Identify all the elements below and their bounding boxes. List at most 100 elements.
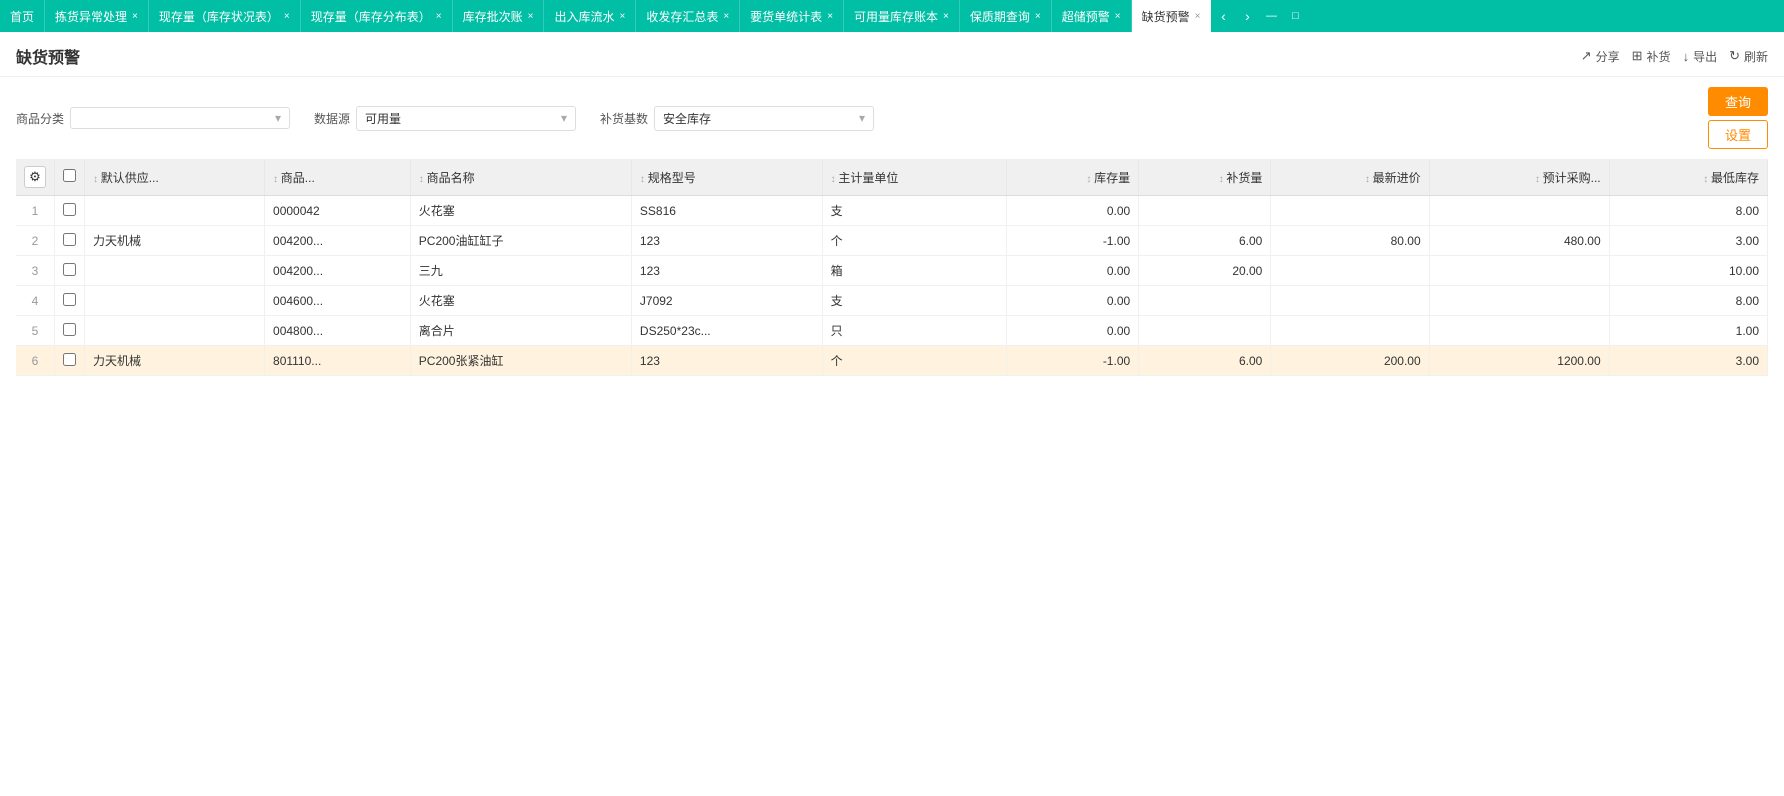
tab-inventory-dist[interactable]: 现存量（库存分布表） ×	[301, 0, 453, 32]
tab-collect-summary-close[interactable]: ×	[723, 11, 729, 22]
cell-product-name: 火花塞	[410, 196, 631, 226]
cell-latest-price	[1271, 286, 1429, 316]
cell-spec: J7092	[631, 286, 822, 316]
cell-min-stock: 8.00	[1609, 286, 1767, 316]
cell-replenish-qty	[1139, 196, 1271, 226]
row-checkbox[interactable]	[63, 323, 76, 336]
tab-requisition-stats-close[interactable]: ×	[827, 11, 833, 22]
cell-unit: 只	[822, 316, 1006, 346]
datasource-select[interactable]: 可用量 ▾	[356, 106, 576, 131]
cell-unit: 支	[822, 286, 1006, 316]
tab-nav-prev[interactable]: ‹	[1211, 0, 1235, 32]
cell-spec: DS250*23c...	[631, 316, 822, 346]
query-button[interactable]: 查询	[1708, 87, 1768, 116]
cell-product-name: PC200油缸缸子	[410, 226, 631, 256]
cell-default-supplier	[85, 286, 265, 316]
cell-replenish-qty: 20.00	[1139, 256, 1271, 286]
cell-product-code: 004200...	[265, 256, 411, 286]
datasource-label: 数据源	[314, 110, 350, 127]
row-checkbox[interactable]	[63, 293, 76, 306]
settings-button[interactable]: 设置	[1708, 120, 1768, 149]
category-filter-group: 商品分类 ▾	[16, 107, 290, 129]
tab-collect-summary[interactable]: 收发存汇总表 ×	[636, 0, 740, 32]
select-all-checkbox[interactable]	[63, 169, 76, 182]
window-minimize[interactable]: —	[1259, 0, 1283, 32]
export-button[interactable]: ↓ 导出	[1683, 48, 1718, 65]
tab-exception-close[interactable]: ×	[132, 11, 138, 22]
col-product-code[interactable]: 商品...	[265, 159, 411, 196]
cell-latest-price	[1271, 316, 1429, 346]
tab-batch-account-close[interactable]: ×	[528, 11, 534, 22]
col-unit[interactable]: 主计量单位	[822, 159, 1006, 196]
tab-overstock-warning-close[interactable]: ×	[1115, 11, 1121, 22]
cell-estimated-purchase	[1429, 286, 1609, 316]
tab-shortage-warning[interactable]: 缺货预警 ×	[1132, 0, 1212, 32]
cell-estimated-purchase	[1429, 316, 1609, 346]
col-spec[interactable]: 规格型号	[631, 159, 822, 196]
row-checkbox-cell[interactable]	[55, 196, 85, 226]
tab-requisition-stats[interactable]: 要货单统计表 ×	[740, 0, 844, 32]
tab-shortage-warning-close[interactable]: ×	[1195, 11, 1201, 22]
cell-replenish-qty	[1139, 316, 1271, 346]
tab-inventory-status-close[interactable]: ×	[284, 11, 290, 22]
category-select[interactable]: ▾	[70, 107, 290, 129]
col-stock[interactable]: 库存量	[1006, 159, 1138, 196]
row-checkbox[interactable]	[63, 353, 76, 366]
replenish-base-label: 补货基数	[600, 110, 648, 127]
row-number: 4	[16, 286, 55, 316]
tab-nav-next[interactable]: ›	[1235, 0, 1259, 32]
col-product-name[interactable]: 商品名称	[410, 159, 631, 196]
row-checkbox-cell[interactable]	[55, 226, 85, 256]
cell-stock: -1.00	[1006, 226, 1138, 256]
cell-estimated-purchase: 480.00	[1429, 226, 1609, 256]
refresh-icon: ↻	[1729, 48, 1740, 64]
tab-overstock-warning[interactable]: 超储预警 ×	[1052, 0, 1132, 32]
replenish-button[interactable]: ⊞ 补货	[1632, 48, 1671, 65]
tab-expiry-query[interactable]: 保质期查询 ×	[960, 0, 1052, 32]
filter-row: 商品分类 ▾ 数据源 可用量 ▾ 补货基数 安全库存 ▾ 查询 设置	[0, 77, 1784, 159]
table-row: 4 004600... 火花塞 J7092 支 0.00 8.00	[16, 286, 1768, 316]
cell-min-stock: 1.00	[1609, 316, 1767, 346]
tab-available-ledger[interactable]: 可用量库存账本 ×	[844, 0, 960, 32]
row-checkbox[interactable]	[63, 203, 76, 216]
tab-inout-flow-close[interactable]: ×	[619, 11, 625, 22]
refresh-button[interactable]: ↻ 刷新	[1729, 48, 1768, 65]
tab-inventory-status[interactable]: 现存量（库存状况表） ×	[149, 0, 301, 32]
cell-estimated-purchase: 1200.00	[1429, 346, 1609, 376]
col-replenish-qty[interactable]: 补货量	[1139, 159, 1271, 196]
tab-batch-account[interactable]: 库存批次账 ×	[453, 0, 545, 32]
row-checkbox[interactable]	[63, 233, 76, 246]
cell-unit: 支	[822, 196, 1006, 226]
tab-bar: 首页 拣货异常处理 × 现存量（库存状况表） × 现存量（库存分布表） × 库存…	[0, 0, 1784, 32]
cell-spec: 123	[631, 226, 822, 256]
tab-expiry-query-close[interactable]: ×	[1035, 11, 1041, 22]
replenish-base-select[interactable]: 安全库存 ▾	[654, 106, 874, 131]
window-maximize[interactable]: □	[1283, 0, 1307, 32]
row-checkbox-cell[interactable]	[55, 316, 85, 346]
cell-product-name: 火花塞	[410, 286, 631, 316]
col-default-supplier[interactable]: 默认供应...	[85, 159, 265, 196]
col-estimated-purchase[interactable]: 预计采购...	[1429, 159, 1609, 196]
tab-available-ledger-close[interactable]: ×	[943, 11, 949, 22]
gear-icon[interactable]: ⚙	[24, 166, 46, 188]
row-checkbox-cell[interactable]	[55, 346, 85, 376]
tab-inout-flow[interactable]: 出入库流水 ×	[544, 0, 636, 32]
share-icon: ↗	[1581, 48, 1592, 64]
cell-spec: 123	[631, 256, 822, 286]
row-number: 5	[16, 316, 55, 346]
row-checkbox[interactable]	[63, 263, 76, 276]
row-checkbox-cell[interactable]	[55, 286, 85, 316]
row-checkbox-cell[interactable]	[55, 256, 85, 286]
table-header-row: ⚙ 默认供应... 商品... 商品名称 规格型号	[16, 159, 1768, 196]
cell-estimated-purchase	[1429, 196, 1609, 226]
cell-latest-price	[1271, 196, 1429, 226]
share-button[interactable]: ↗ 分享	[1581, 48, 1620, 65]
tab-exception[interactable]: 拣货异常处理 ×	[45, 0, 149, 32]
tab-home[interactable]: 首页	[0, 0, 45, 32]
col-min-stock[interactable]: 最低库存	[1609, 159, 1767, 196]
table-body: 1 0000042 火花塞 SS816 支 0.00 8.00 2 力天机械 0…	[16, 196, 1768, 376]
col-latest-price[interactable]: 最新进价	[1271, 159, 1429, 196]
col-settings[interactable]: ⚙	[16, 159, 55, 196]
cell-latest-price: 80.00	[1271, 226, 1429, 256]
tab-inventory-dist-close[interactable]: ×	[436, 11, 442, 22]
